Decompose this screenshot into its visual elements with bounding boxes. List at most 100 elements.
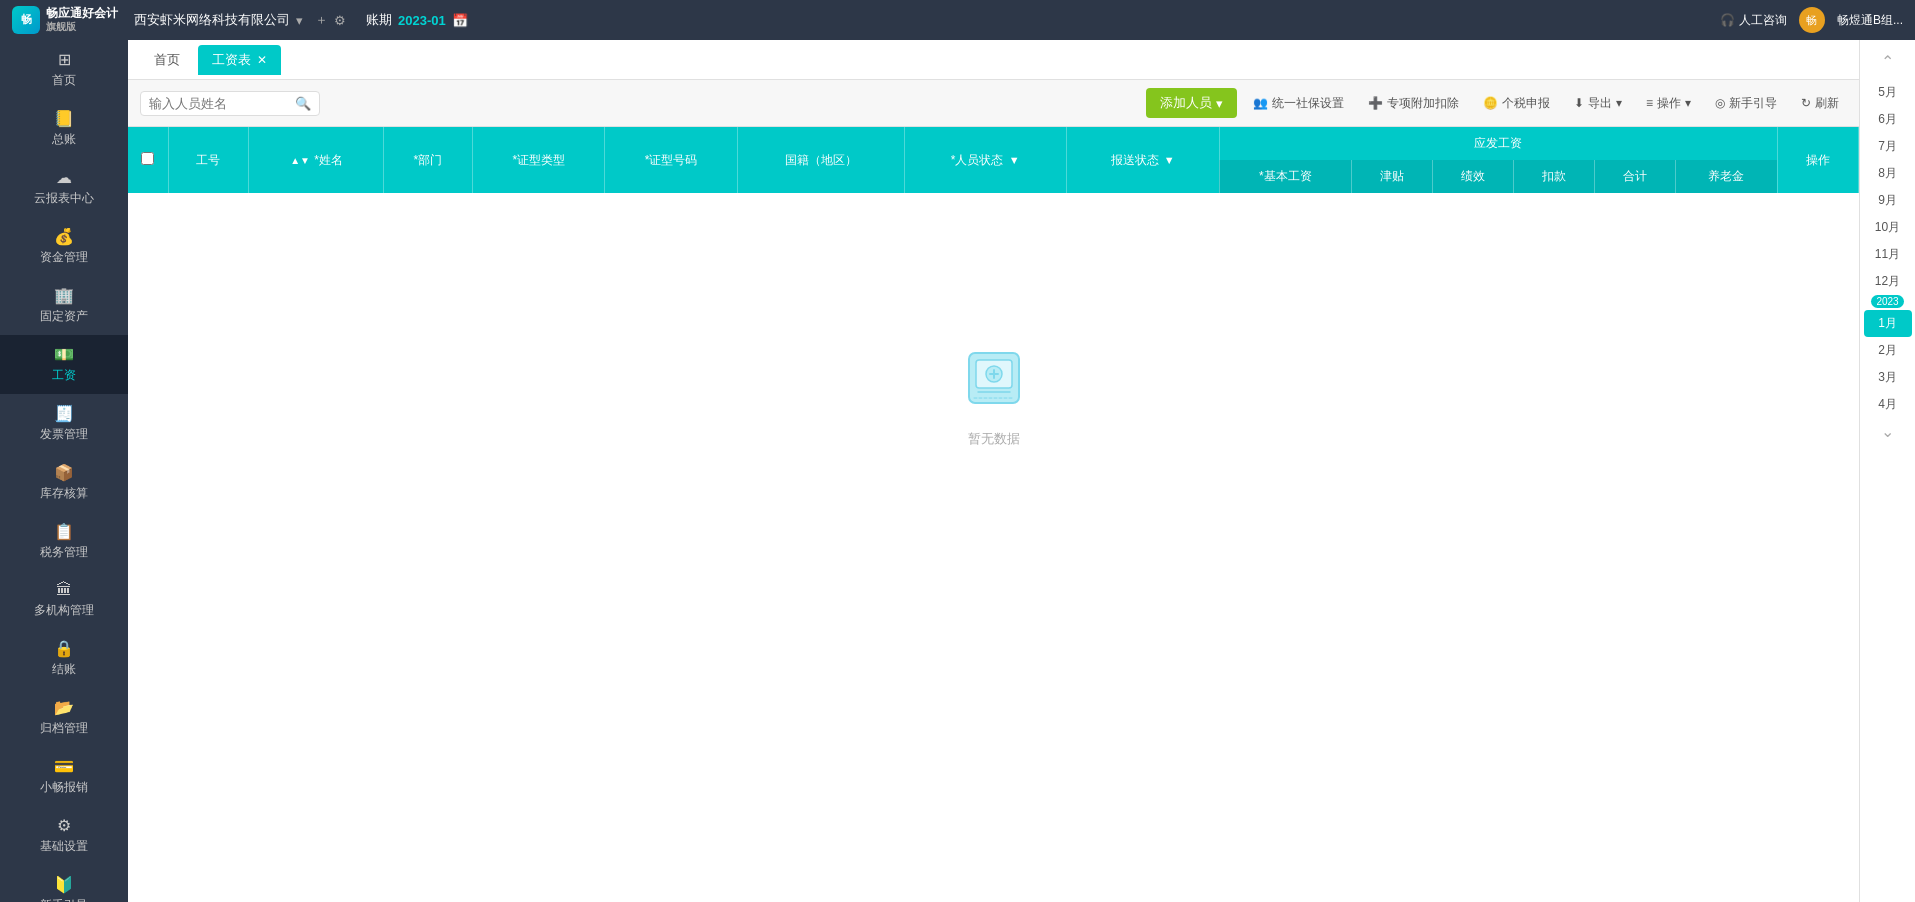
sidebar-item-guide[interactable]: 🔰 新手引导 [0,865,128,902]
new-guide-btn[interactable]: ◎ 新手引导 [1707,91,1785,116]
social-security-icon: 👥 [1253,96,1268,110]
tab-home-label: 首页 [154,51,180,69]
sidebar-item-multi-org[interactable]: 🏛 多机构管理 [0,571,128,629]
month-item-05[interactable]: 5月 [1864,79,1912,106]
fund-icon: 💰 [54,227,74,246]
scroll-down-arrow[interactable]: ⌄ [1877,418,1898,445]
company-dropdown-icon[interactable]: ▾ [296,13,303,28]
sidebar-item-ledger[interactable]: 📒 总账 [0,99,128,158]
export-dropdown-icon: ▾ [1616,96,1622,110]
period-label: 账期 [366,11,392,29]
logo-sub-text: 旗舰版 [46,20,118,34]
company-selector[interactable]: 西安虾米网络科技有限公司 ▾ ＋ ⚙ [134,11,346,29]
search-icon: 🔍 [295,96,311,111]
month-item-06[interactable]: 6月 [1864,106,1912,133]
sidebar-item-fund[interactable]: 💰 资金管理 [0,217,128,276]
sidebar-label-close: 结账 [52,661,76,678]
th-report-status: 报送状态 ▼ [1066,127,1219,193]
tab-salary-label: 工资表 [212,51,251,69]
sidebar-label-ledger: 总账 [52,131,76,148]
add-person-dropdown-icon: ▾ [1216,96,1223,111]
empty-icon [954,338,1034,418]
tab-home[interactable]: 首页 [140,45,194,75]
search-box[interactable]: 🔍 [140,91,320,116]
logo-icon: 畅 [12,6,40,34]
special-deduction-icon: ➕ [1368,96,1383,110]
social-security-btn[interactable]: 👥 统一社保设置 [1245,91,1352,116]
export-btn[interactable]: ⬇ 导出 ▾ [1566,91,1630,116]
tax-icon2: 🪙 [1483,96,1498,110]
th-allowance: 津贴 [1352,160,1433,193]
sidebar-label-expense: 小畅报销 [40,779,88,796]
month-item-04[interactable]: 4月 [1864,391,1912,418]
refresh-btn[interactable]: ↻ 刷新 [1793,91,1847,116]
sidebar-item-inventory[interactable]: 📦 库存核算 [0,453,128,512]
th-status: *人员状态 ▼ [904,127,1066,193]
sidebar-item-tax[interactable]: 📋 税务管理 [0,512,128,571]
settings-sidebar-icon: ⚙ [57,816,71,835]
search-input[interactable] [149,96,289,111]
tax-declare-btn[interactable]: 🪙 个税申报 [1475,91,1558,116]
operations-btn[interactable]: ≡ 操作 ▾ [1638,91,1699,116]
sidebar-item-settings[interactable]: ⚙ 基础设置 [0,806,128,865]
year-badge-2023: 2023 [1871,295,1903,308]
scroll-up-arrow[interactable]: ⌃ [1877,48,1898,75]
settings-icon[interactable]: ⚙ [334,13,346,28]
month-item-03[interactable]: 3月 [1864,364,1912,391]
human-service-btn[interactable]: 🎧 人工咨询 [1720,12,1787,29]
sidebar-label-home: 首页 [52,72,76,89]
month-item-12[interactable]: 12月 [1864,268,1912,295]
refresh-icon: ↻ [1801,96,1811,110]
salary-table: 工号 ▲▼ *姓名 *部门 *证型类型 *证型号码 国籍（地区） *人员状态 ▼… [128,127,1859,193]
sidebar-item-archive[interactable]: 📂 归档管理 [0,688,128,747]
sidebar-label-salary: 工资 [52,367,76,384]
month-item-02[interactable]: 2月 [1864,337,1912,364]
sidebar: ⊞ 首页 📒 总账 ☁ 云报表中心 💰 资金管理 🏢 固定资产 💵 工资 [0,40,128,902]
sidebar-item-home[interactable]: ⊞ 首页 [0,40,128,99]
sidebar-item-close[interactable]: 🔒 结账 [0,629,128,688]
app-container: 畅 畅应通好会计 旗舰版 西安虾米网络科技有限公司 ▾ ＋ ⚙ 账期 2023-… [0,0,1915,902]
company-name: 西安虾米网络科技有限公司 [134,11,290,29]
month-item-09[interactable]: 9月 [1864,187,1912,214]
content-area: 首页 工资表 ✕ 🔍 添加人员 ▾ 👥 [128,40,1859,902]
sidebar-label-tax: 税务管理 [40,544,88,561]
tab-close-icon[interactable]: ✕ [257,53,267,67]
sidebar-item-cloud-report[interactable]: ☁ 云报表中心 [0,158,128,217]
th-employee-id: 工号 [168,127,249,193]
add-person-button[interactable]: 添加人员 ▾ [1146,88,1237,118]
month-item-11[interactable]: 11月 [1864,241,1912,268]
th-id-type: *证型类型 [473,127,605,193]
fixed-assets-icon: 🏢 [54,286,74,305]
top-actions: 🎧 人工咨询 畅 畅煜通B组... [1720,7,1903,33]
tab-bar: 首页 工资表 ✕ [128,40,1859,80]
sidebar-label-multi-org: 多机构管理 [34,602,94,619]
sidebar-item-fixed-assets[interactable]: 🏢 固定资产 [0,276,128,335]
month-item-08[interactable]: 8月 [1864,160,1912,187]
tab-salary-table[interactable]: 工资表 ✕ [198,45,281,75]
table-container: 工号 ▲▼ *姓名 *部门 *证型类型 *证型号码 国籍（地区） *人员状态 ▼… [128,127,1859,902]
period-selector[interactable]: 账期 2023-01 📅 [366,11,468,29]
th-deduction: 扣款 [1513,160,1594,193]
logo: 畅 畅应通好会计 旗舰版 [12,6,118,34]
month-item-07[interactable]: 7月 [1864,133,1912,160]
ledger-icon: 📒 [54,109,74,128]
archive-icon: 📂 [54,698,74,717]
user-avatar[interactable]: 畅 [1799,7,1825,33]
cloud-icon: ☁ [56,168,72,187]
home-icon: ⊞ [58,50,71,69]
special-deduction-btn[interactable]: ➕ 专项附加扣除 [1360,91,1467,116]
top-bar: 畅 畅应通好会计 旗舰版 西安虾米网络科技有限公司 ▾ ＋ ⚙ 账期 2023-… [0,0,1915,40]
sidebar-item-salary[interactable]: 💵 工资 [0,335,128,394]
add-company-icon[interactable]: ＋ [315,11,328,29]
sidebar-item-expense[interactable]: 💳 小畅报销 [0,747,128,806]
report-filter-icon[interactable]: ▼ [1164,154,1175,166]
status-filter-icon[interactable]: ▼ [1009,154,1020,166]
calendar-icon[interactable]: 📅 [452,13,468,28]
sidebar-label-settings: 基础设置 [40,838,88,855]
month-item-01[interactable]: 1月 [1864,310,1912,337]
month-item-10[interactable]: 10月 [1864,214,1912,241]
salary-icon: 💵 [54,345,74,364]
sidebar-item-invoice[interactable]: 🧾 发票管理 [0,394,128,453]
th-name: ▲▼ *姓名 [249,127,383,193]
select-all-checkbox[interactable] [141,152,154,165]
